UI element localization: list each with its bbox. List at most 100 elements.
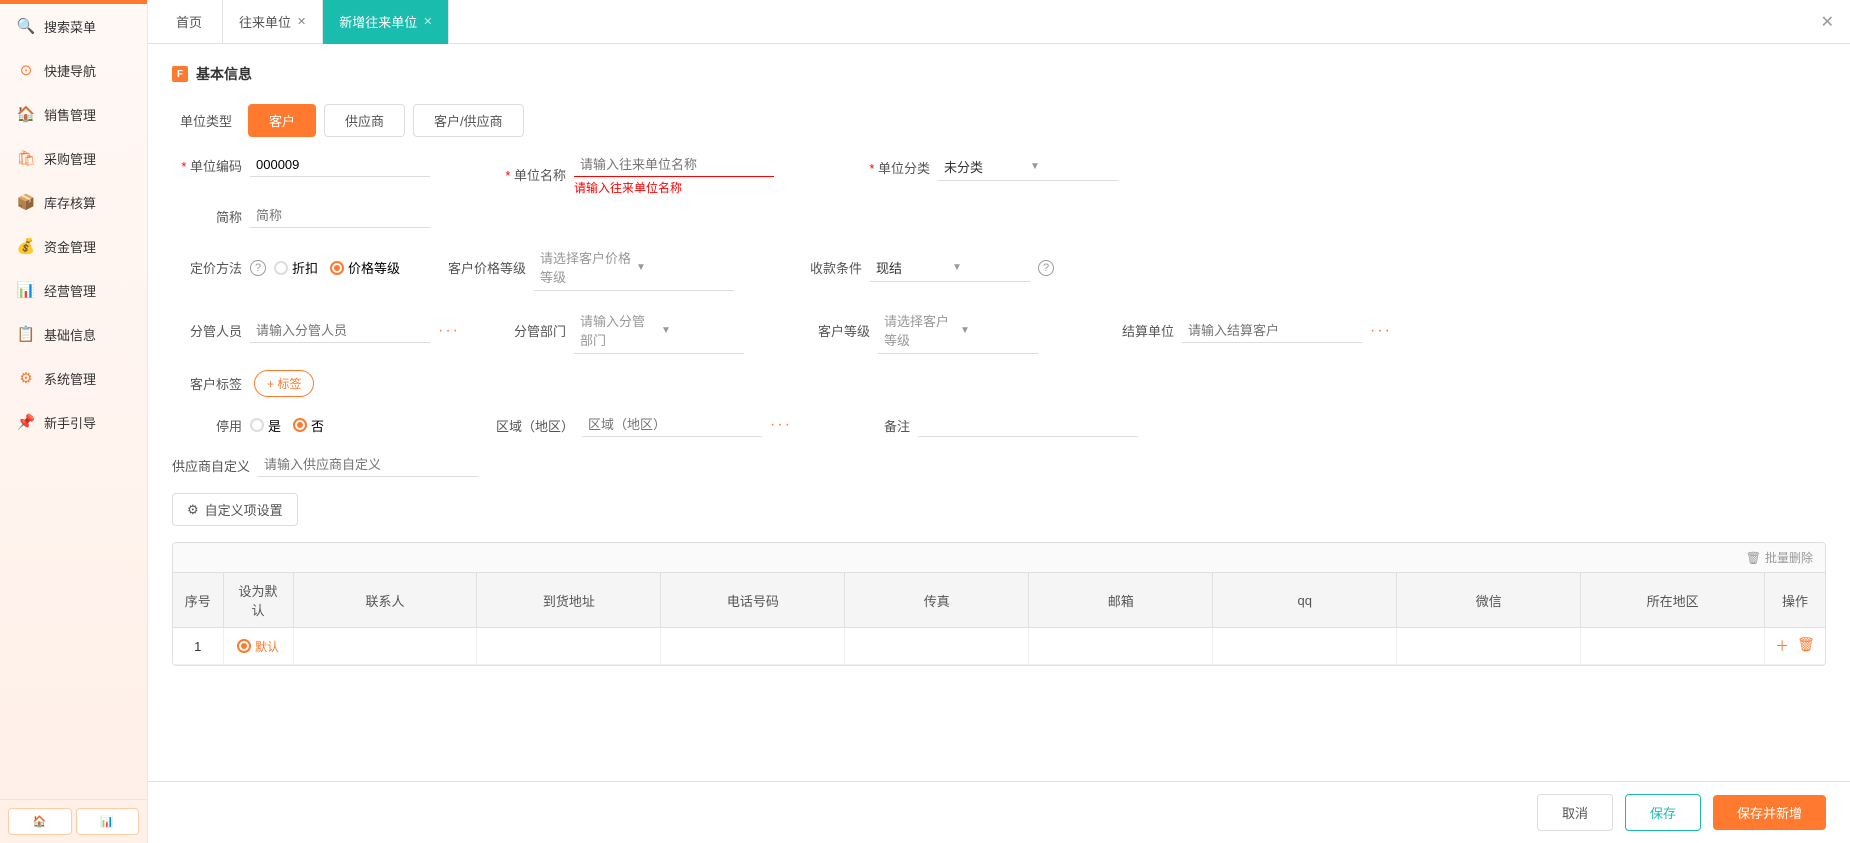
sidebar-item-basic[interactable]: 📋 基础信息 [0,312,147,356]
region-input[interactable] [582,413,762,437]
cell-contact[interactable] [293,628,477,665]
sidebar: 🔍 搜索菜单 ⊙ 快捷导航 🏠 销售管理 🛍 采购管理 📦 库存核算 💰 资金管… [0,0,148,843]
radio-discount[interactable]: 折扣 [274,258,318,277]
col-email: 邮箱 [1029,573,1213,628]
col-address: 到货地址 [477,573,661,628]
manager-label: 分管人员 [172,321,242,340]
delete-row-icon[interactable]: 🗑 [1797,636,1815,656]
cell-phone[interactable] [661,628,845,665]
sidebar-item-label: 资金管理 [44,237,96,256]
default-radio[interactable]: 默认 [234,638,283,655]
email-input[interactable] [1039,639,1202,654]
add-row-icon[interactable]: ＋ [1775,636,1789,656]
sidebar-bottom: 🏠 📊 [0,799,147,843]
close-all-tabs[interactable]: ✕ [1813,8,1842,36]
settlement-input[interactable] [1182,319,1362,343]
radio-disabled-yes[interactable]: 是 [250,416,281,435]
operations-icon: 📊 [16,280,36,300]
unit-name-input[interactable] [574,153,774,177]
contact-table-section: 🗑 批量删除 序号 设为默认 联系人 到货地址 电话号码 传真 邮箱 qq [172,542,1826,666]
tab-new-partner[interactable]: 新增往来单位 ✕ [323,0,449,44]
radio-disabled-yes-label: 是 [268,416,281,435]
tab-partner[interactable]: 往来单位 ✕ [223,0,323,44]
region-table-input[interactable] [1591,639,1754,654]
batch-delete-label: 批量删除 [1765,549,1813,566]
cell-email[interactable] [1029,628,1213,665]
qq-input[interactable] [1223,639,1386,654]
custom-settings-button[interactable]: ⚙ 自定义项设置 [172,493,298,526]
sidebar-item-search[interactable]: 🔍 搜索菜单 [0,4,147,48]
search-icon: 🔍 [16,16,36,36]
sidebar-bottom-stats[interactable]: 📊 [76,808,140,835]
type-btn-both[interactable]: 客户/供应商 [413,104,524,137]
fax-input[interactable] [855,639,1018,654]
department-select[interactable]: 请输入分管部门 ▼ [574,307,744,354]
sidebar-item-finance[interactable]: 💰 资金管理 [0,224,147,268]
short-name-input[interactable] [250,204,430,228]
department-arrow: ▼ [661,325,738,336]
pricing-radio-group: 折扣 价格等级 [274,258,400,277]
tab-partner-close[interactable]: ✕ [297,15,306,28]
unit-name-error: 请输入往来单位名称 [574,179,774,196]
unit-category-select[interactable]: 未分类 ▼ [938,153,1118,181]
sidebar-item-operations[interactable]: 📊 经营管理 [0,268,147,312]
save-button[interactable]: 保存 [1625,794,1701,831]
gear-icon: ⚙ [187,502,199,518]
col-contact: 联系人 [293,573,477,628]
cell-address[interactable] [477,628,661,665]
region-more-btn[interactable]: ··· [770,416,792,434]
add-tag-button[interactable]: + 标签 [254,370,314,397]
unit-type-buttons: 客户 供应商 客户/供应商 [248,104,524,137]
note-input[interactable] [918,413,1138,437]
sidebar-item-purchase[interactable]: 🛍 采购管理 [0,136,147,180]
cell-qq[interactable] [1213,628,1397,665]
pricing-help-icon[interactable]: ? [250,260,266,276]
address-input[interactable] [487,639,650,654]
sidebar-item-system[interactable]: ⚙ 系统管理 [0,356,147,400]
cell-action: ＋ 🗑 [1765,628,1825,665]
sidebar-bottom-home[interactable]: 🏠 [8,808,72,835]
manager-more-btn[interactable]: ··· [438,322,460,340]
section-title-text: 基本信息 [196,64,252,84]
sidebar-item-inventory[interactable]: 📦 库存核算 [0,180,147,224]
radio-discount-label: 折扣 [292,258,318,277]
cell-fax[interactable] [845,628,1029,665]
contact-table: 序号 设为默认 联系人 到货地址 电话号码 传真 邮箱 qq 微信 所在地区 操… [173,573,1825,665]
radio-disabled-no-label: 否 [311,416,324,435]
type-btn-customer[interactable]: 客户 [248,104,316,137]
default-radio-circle [237,639,251,653]
contact-input[interactable] [304,639,467,654]
supplier-custom-input[interactable] [258,453,478,477]
unit-code-input[interactable] [250,153,430,177]
basic-icon: 📋 [16,324,36,344]
payment-terms-select[interactable]: 现结 ▼ [870,254,1030,282]
col-fax: 传真 [845,573,1029,628]
col-action: 操作 [1765,573,1825,628]
cell-region[interactable] [1581,628,1765,665]
tab-home[interactable]: 首页 [156,0,223,44]
sidebar-item-quick-nav[interactable]: ⊙ 快捷导航 [0,48,147,92]
customer-price-label: 客户价格等级 [448,258,526,277]
radio-disabled-no[interactable]: 否 [293,416,324,435]
customer-price-select[interactable]: 请选择客户价格等级 ▼ [534,244,734,291]
phone-input[interactable] [671,639,834,654]
wechat-input[interactable] [1407,639,1570,654]
default-label: 默认 [255,638,279,655]
cell-wechat[interactable] [1397,628,1581,665]
settlement-label: 结算单位 [1104,321,1174,340]
tab-new-partner-close[interactable]: ✕ [423,15,432,28]
type-btn-supplier[interactable]: 供应商 [324,104,405,137]
sidebar-item-sales[interactable]: 🏠 销售管理 [0,92,147,136]
department-placeholder: 请输入分管部门 [580,311,657,349]
radio-price-level[interactable]: 价格等级 [330,258,400,277]
customer-level-select[interactable]: 请选择客户等级 ▼ [878,307,1038,354]
manager-input[interactable] [250,319,430,343]
save-new-button[interactable]: 保存并新增 [1713,795,1826,830]
customer-level-label: 客户等级 [800,321,870,340]
settlement-more-btn[interactable]: ··· [1370,322,1392,340]
sidebar-item-guide[interactable]: 📌 新手引导 [0,400,147,444]
payment-terms-help-icon[interactable]: ? [1038,260,1054,276]
batch-delete-button[interactable]: 🗑 批量删除 [1746,549,1813,566]
cancel-button[interactable]: 取消 [1537,794,1613,831]
customer-level-arrow: ▼ [960,325,1032,336]
